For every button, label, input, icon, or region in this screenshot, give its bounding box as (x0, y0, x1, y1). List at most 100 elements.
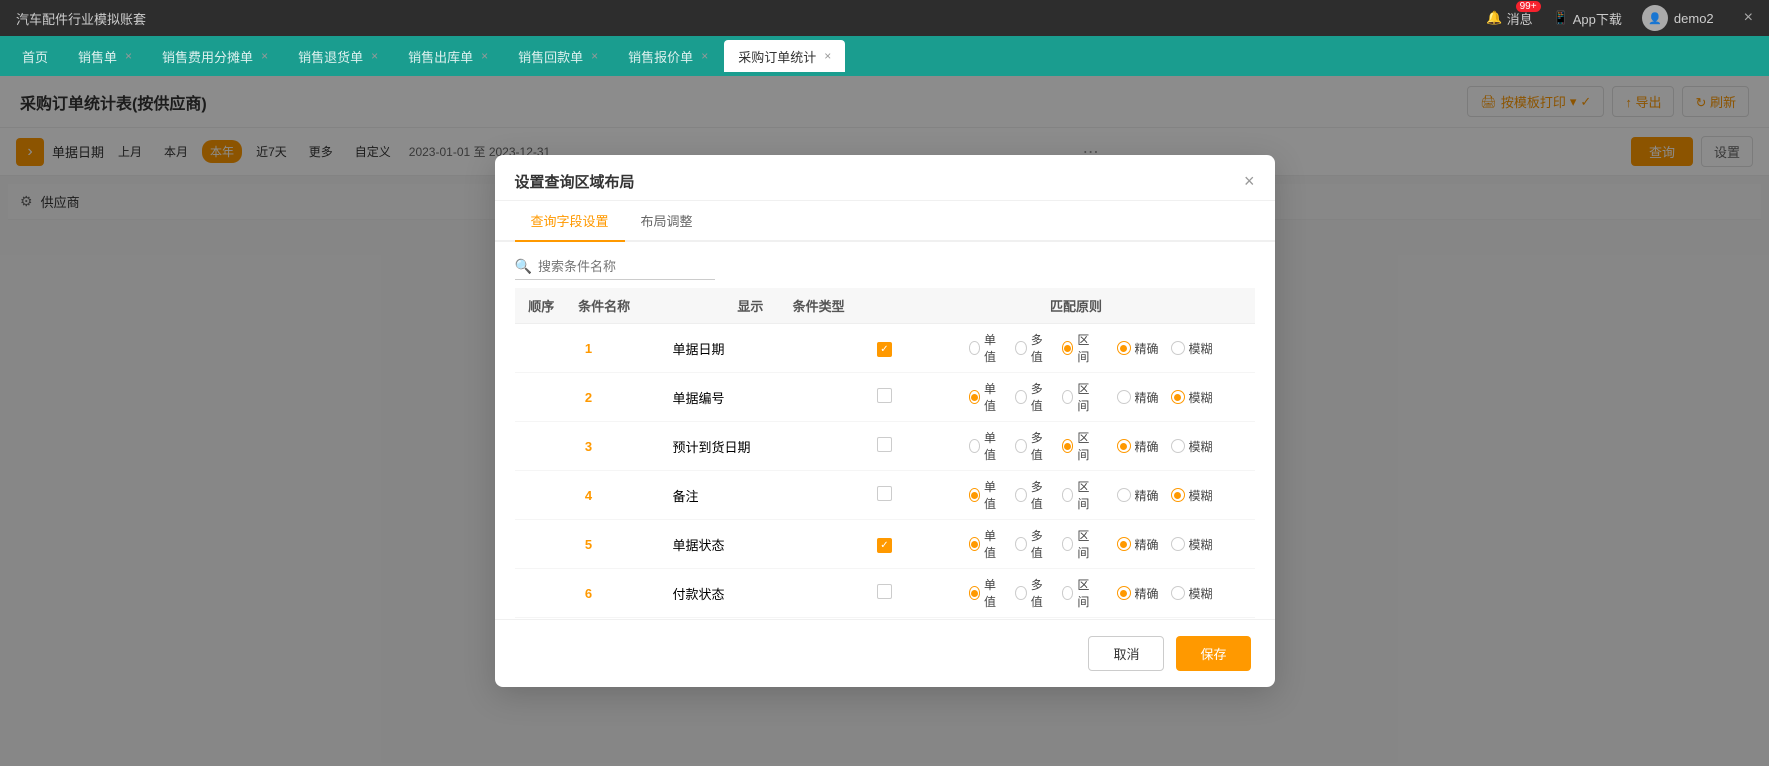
tab-query-fields[interactable]: 查询字段设置 (515, 201, 625, 242)
table-row: 2单据编号单值多值区间精确模糊 (515, 373, 1255, 422)
radio-circle (1015, 488, 1027, 502)
tab-purchase-stat[interactable]: 采购订单统计 × (724, 40, 845, 72)
tab-sales-ret-close[interactable]: × (371, 49, 378, 63)
tab-sales[interactable]: 销售单 × (64, 40, 146, 72)
user-info[interactable]: 👤 demo2 (1642, 5, 1714, 31)
top-close-btn[interactable]: × (1744, 9, 1753, 27)
radio-label: 区间 (1077, 429, 1096, 463)
tab-bar: 首页 销售单 × 销售费用分摊单 × 销售退货单 × 销售出库单 × 销售回款单… (0, 36, 1769, 76)
display-checkbox[interactable] (877, 342, 892, 357)
radio-circle (1062, 586, 1074, 600)
radio-match-item[interactable]: 精确 (1117, 340, 1159, 357)
tab-sales-recv-close[interactable]: × (591, 49, 598, 63)
radio-circle (1015, 586, 1027, 600)
radio-circle (1015, 537, 1027, 551)
tab-home-label: 首页 (22, 47, 48, 66)
display-checkbox[interactable] (877, 486, 892, 501)
radio-type-item[interactable]: 多值 (1015, 478, 1050, 512)
radio-match-item[interactable]: 精确 (1117, 585, 1159, 602)
radio-type-item[interactable]: 区间 (1062, 527, 1097, 561)
radio-type-item[interactable]: 区间 (1062, 380, 1097, 414)
radio-label: 精确 (1135, 536, 1159, 553)
radio-type-item[interactable]: 单值 (969, 331, 1004, 365)
radio-match-item[interactable]: 模糊 (1171, 536, 1213, 553)
radio-match-item[interactable]: 精确 (1117, 438, 1159, 455)
tab-sales-fee-close[interactable]: × (261, 49, 268, 63)
row-display-cell[interactable] (811, 520, 959, 569)
tab-sales-out[interactable]: 销售出库单 × (394, 40, 502, 72)
tab-sales-quote[interactable]: 销售报价单 × (614, 40, 722, 72)
radio-match-item[interactable]: 模糊 (1171, 438, 1213, 455)
radio-match-item[interactable]: 精确 (1117, 487, 1159, 504)
display-checkbox[interactable] (877, 437, 892, 452)
tab-sales-label: 销售单 (78, 47, 117, 66)
notification-btn[interactable]: 🔔 消息 99+ (1486, 9, 1532, 28)
radio-match-item[interactable]: 模糊 (1171, 487, 1213, 504)
tab-sales-out-close[interactable]: × (481, 49, 488, 63)
radio-label: 精确 (1135, 389, 1159, 406)
display-checkbox[interactable] (877, 584, 892, 599)
radio-label: 单值 (984, 429, 1003, 463)
radio-type-item[interactable]: 单值 (969, 576, 1004, 610)
row-condition-name: 单据日期 (663, 324, 811, 373)
radio-type-item[interactable]: 多值 (1015, 380, 1050, 414)
radio-type-item[interactable]: 单值 (969, 429, 1004, 463)
display-checkbox[interactable] (877, 388, 892, 403)
row-display-cell[interactable] (811, 373, 959, 422)
radio-type-item[interactable]: 多值 (1015, 331, 1050, 365)
radio-label: 区间 (1077, 478, 1096, 512)
radio-label: 区间 (1077, 380, 1096, 414)
row-display-cell[interactable] (811, 422, 959, 471)
display-checkbox[interactable] (877, 538, 892, 553)
radio-type-item[interactable]: 区间 (1062, 331, 1097, 365)
radio-label: 精确 (1135, 487, 1159, 504)
row-display-cell[interactable] (811, 324, 959, 373)
radio-type-item[interactable]: 多值 (1015, 527, 1050, 561)
tab-sales-ret[interactable]: 销售退货单 × (284, 40, 392, 72)
radio-label: 精确 (1135, 340, 1159, 357)
tab-sales-fee[interactable]: 销售费用分摊单 × (148, 40, 282, 72)
radio-type-item[interactable]: 多值 (1015, 576, 1050, 610)
dialog-close-btn[interactable]: × (1244, 171, 1255, 192)
table-thead: 顺序 条件名称 显示 条件类型 匹配原则 (515, 288, 1255, 324)
radio-match-item[interactable]: 精确 (1117, 389, 1159, 406)
radio-match-item[interactable]: 模糊 (1171, 389, 1213, 406)
radio-type-item[interactable]: 单值 (969, 380, 1004, 414)
radio-label: 模糊 (1189, 536, 1213, 553)
row-type-cell: 单值多值区间 (959, 324, 1107, 373)
radio-match-item[interactable]: 精确 (1117, 536, 1159, 553)
table-body-scroll: 1单据日期单值多值区间精确模糊2单据编号单值多值区间精确模糊3预计到货日期单值多… (515, 324, 1255, 619)
radio-label: 区间 (1077, 527, 1096, 561)
radio-type-item[interactable]: 区间 (1062, 429, 1097, 463)
tab-layout-adjust[interactable]: 布局调整 (625, 201, 709, 242)
cancel-btn[interactable]: 取消 (1088, 636, 1164, 671)
search-input[interactable] (538, 259, 698, 274)
tab-sales-close[interactable]: × (125, 49, 132, 63)
row-match-cell: 精确模糊 (1107, 324, 1255, 373)
row-order: 1 (515, 324, 663, 373)
notification-badge: 99+ (1516, 1, 1541, 12)
radio-label: 模糊 (1189, 438, 1213, 455)
tab-sales-recv-label: 销售回款单 (518, 47, 583, 66)
table-row: 5单据状态单值多值区间精确模糊 (515, 520, 1255, 569)
dialog-table: 顺序 条件名称 显示 条件类型 匹配原则 1单据日期单值多值区间精确模糊2单据编… (515, 288, 1255, 619)
save-btn[interactable]: 保存 (1176, 636, 1250, 671)
tab-home[interactable]: 首页 (8, 40, 62, 72)
radio-circle (969, 537, 981, 551)
row-display-cell[interactable] (811, 569, 959, 618)
radio-type-item[interactable]: 多值 (1015, 429, 1050, 463)
radio-match-item[interactable]: 模糊 (1171, 585, 1213, 602)
app-download-btn[interactable]: 📱 App下载 (1553, 9, 1622, 28)
dialog-tbody: 1单据日期单值多值区间精确模糊2单据编号单值多值区间精确模糊3预计到货日期单值多… (515, 324, 1255, 619)
app-download-icon: 📱 (1553, 10, 1569, 26)
radio-type-item[interactable]: 单值 (969, 478, 1004, 512)
tab-sales-recv[interactable]: 销售回款单 × (504, 40, 612, 72)
radio-type-item[interactable]: 单值 (969, 527, 1004, 561)
tab-sales-quote-close[interactable]: × (701, 49, 708, 63)
radio-type-item[interactable]: 区间 (1062, 478, 1097, 512)
tab-purchase-stat-close[interactable]: × (824, 49, 831, 63)
row-display-cell[interactable] (811, 471, 959, 520)
radio-type-item[interactable]: 区间 (1062, 576, 1097, 610)
radio-match-item[interactable]: 模糊 (1171, 340, 1213, 357)
row-condition-name: 单据编号 (663, 373, 811, 422)
